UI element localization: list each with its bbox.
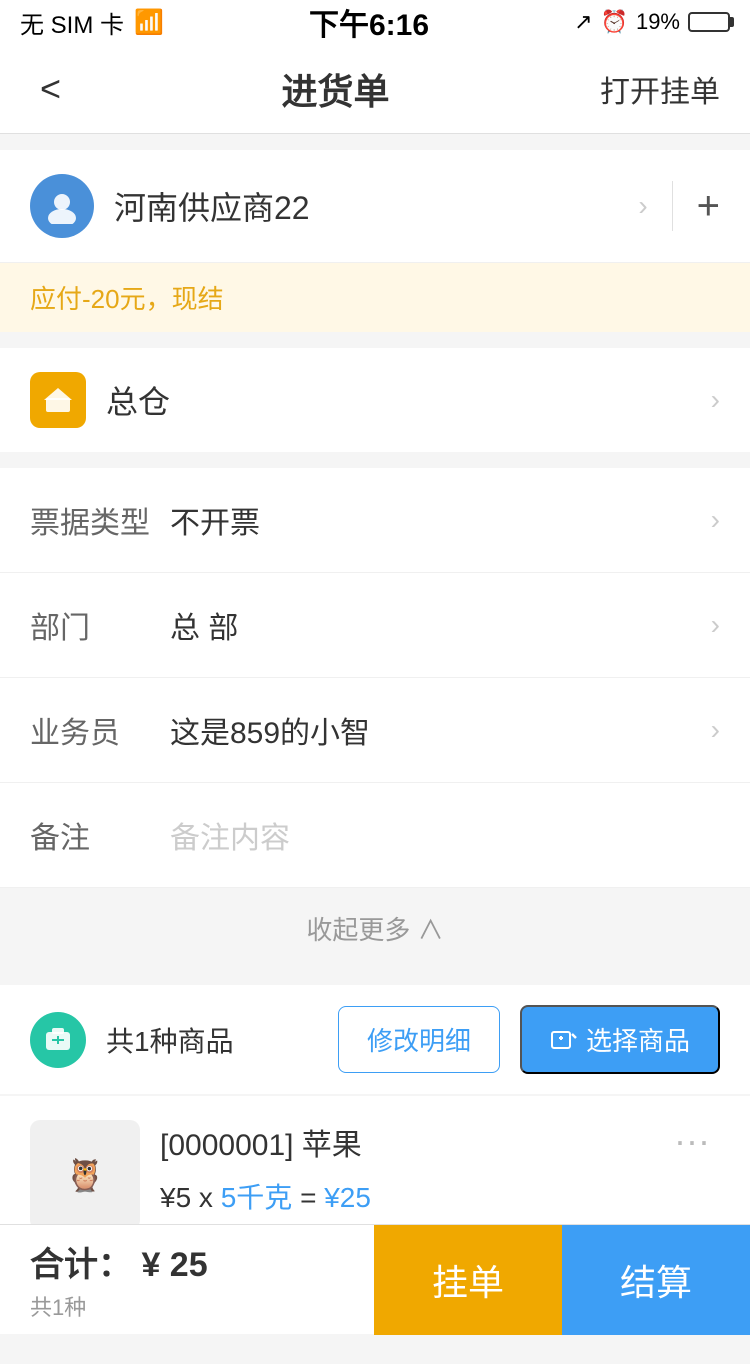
owl-logo-icon: 🦉: [65, 1156, 105, 1194]
open-hang-button[interactable]: 打开挂单: [600, 67, 720, 111]
checkout-button[interactable]: 结算: [562, 1225, 750, 1335]
bottom-bar: 合计： ¥ 25 共1种 挂单 结算: [0, 1224, 750, 1334]
sales-chevron-icon: ›: [711, 714, 720, 746]
back-button[interactable]: <: [30, 58, 71, 120]
time-text: 下午6:16: [309, 0, 429, 44]
sales-label: 业务员: [30, 708, 170, 752]
vertical-divider: [672, 181, 673, 231]
total-section: 合计： ¥ 25 共1种: [0, 1237, 374, 1322]
product-info: [0000001] 苹果 ¥5 x 5千克 = ¥25: [160, 1120, 664, 1216]
qty-value: 5千克: [221, 1182, 293, 1213]
dept-chevron-icon: ›: [711, 609, 720, 641]
warehouse-row[interactable]: 总仓 ›: [0, 348, 750, 452]
select-product-label: 选择商品: [586, 1021, 690, 1058]
product-code: [0000001] 苹果: [160, 1129, 362, 1162]
battery-percent: 19%: [636, 9, 680, 35]
modify-detail-button[interactable]: 修改明细: [338, 1006, 500, 1073]
remark-input[interactable]: 备注内容: [170, 813, 720, 857]
invoice-row[interactable]: 票据类型 不开票 ›: [0, 468, 750, 573]
sales-value: 这是859的小智: [170, 708, 711, 752]
price-value: ¥5 x: [160, 1182, 221, 1213]
supplier-section: 河南供应商22 › + 应付-20元，现结: [0, 150, 750, 332]
supplier-warning: 应付-20元，现结: [0, 263, 750, 332]
nav-bar: < 进货单 打开挂单: [0, 44, 750, 134]
form-section: 票据类型 不开票 › 部门 总 部 › 业务员 这是859的小智 › 备注 备注…: [0, 468, 750, 888]
add-supplier-button[interactable]: +: [697, 184, 720, 229]
total-value: ¥25: [324, 1182, 371, 1213]
invoice-label: 票据类型: [30, 498, 170, 542]
dept-row[interactable]: 部门 总 部 ›: [0, 573, 750, 678]
collapse-button[interactable]: 收起更多 ∧: [0, 888, 750, 969]
carrier-text: 无 SIM 卡: [20, 5, 124, 40]
dept-value: 总 部: [170, 603, 711, 647]
status-bar: 无 SIM 卡 📶 下午6:16 ↗ ⏰ 19%: [0, 0, 750, 44]
dept-label: 部门: [30, 603, 170, 647]
collapse-label: 收起更多 ∧: [306, 910, 443, 947]
product-count-text: 共1种商品: [106, 1020, 318, 1060]
battery-icon: [688, 12, 730, 32]
product-count-icon: [30, 1012, 86, 1068]
alarm-icon: ⏰: [601, 9, 628, 35]
sales-row[interactable]: 业务员 这是859的小智 ›: [0, 678, 750, 783]
product-more-button[interactable]: ···: [664, 1120, 720, 1162]
status-right: ↗ ⏰ 19%: [574, 9, 730, 35]
total-count: 共1种: [30, 1290, 344, 1322]
product-price: ¥5 x 5千克 = ¥25: [160, 1176, 664, 1216]
product-name: [0000001] 苹果: [160, 1120, 664, 1164]
hang-button[interactable]: 挂单: [374, 1225, 562, 1335]
warehouse-icon: [30, 372, 86, 428]
total-label: 合计：: [30, 1246, 132, 1284]
status-left: 无 SIM 卡 📶: [20, 5, 164, 40]
invoice-chevron-icon: ›: [711, 504, 720, 536]
wifi-icon: 📶: [134, 8, 164, 37]
product-header: 共1种商品 修改明细 选择商品: [0, 985, 750, 1094]
warehouse-name: 总仓: [106, 377, 711, 423]
equals-sign: =: [300, 1182, 324, 1213]
warehouse-section: 总仓 ›: [0, 348, 750, 452]
remark-row[interactable]: 备注 备注内容: [0, 783, 750, 888]
checkout-label: 结算: [620, 1254, 692, 1306]
supplier-chevron-icon: ›: [638, 190, 647, 222]
product-thumbnail: 🦉: [30, 1120, 140, 1230]
location-icon: ↗: [574, 9, 592, 35]
page-title: 进货单: [282, 63, 390, 115]
invoice-value: 不开票: [170, 498, 711, 542]
supplier-name: 河南供应商22: [114, 183, 638, 229]
supplier-avatar: [30, 174, 94, 238]
remark-label: 备注: [30, 813, 170, 857]
hang-label: 挂单: [432, 1254, 504, 1306]
select-product-button[interactable]: 选择商品: [520, 1005, 720, 1074]
warehouse-chevron-icon: ›: [711, 384, 720, 416]
total-amount: 合计： ¥ 25: [30, 1237, 344, 1286]
supplier-row[interactable]: 河南供应商22 › +: [0, 150, 750, 263]
total-value: ¥ 25: [141, 1246, 207, 1284]
